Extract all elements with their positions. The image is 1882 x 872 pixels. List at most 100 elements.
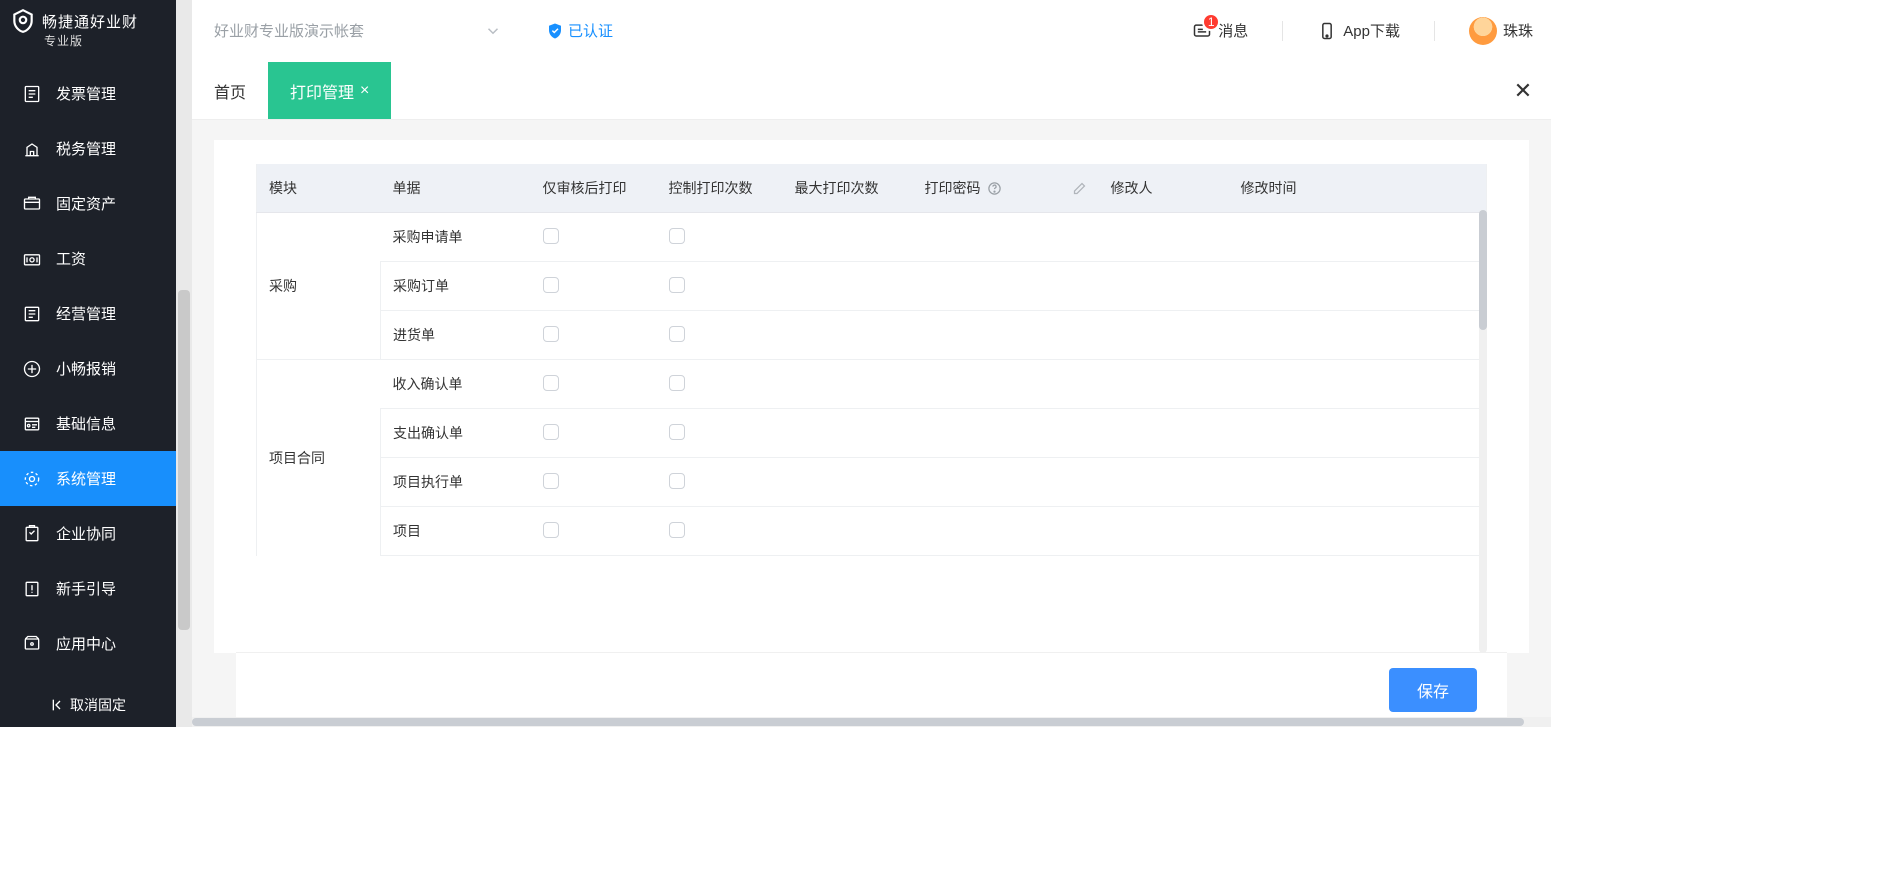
cell-control-count bbox=[657, 360, 783, 409]
sidebar-item-label: 基础信息 bbox=[56, 413, 116, 434]
close-icon[interactable]: × bbox=[360, 82, 369, 100]
cell-bill: 采购申请单 bbox=[381, 213, 531, 262]
cell-max-count[interactable] bbox=[783, 262, 913, 311]
table-row: 支出确认单 bbox=[257, 409, 1487, 458]
cell-bill: 项目 bbox=[381, 507, 531, 556]
footer-bar: 保存 bbox=[236, 653, 1507, 727]
brand-title: 畅捷通好业财 bbox=[42, 11, 138, 32]
cell-max-count[interactable] bbox=[783, 458, 913, 507]
edit-icon[interactable] bbox=[1072, 181, 1087, 196]
cell-after-audit bbox=[531, 360, 657, 409]
th-password-label: 打印密码 bbox=[925, 178, 981, 198]
system-icon bbox=[22, 469, 42, 489]
cell-modifier bbox=[1099, 360, 1229, 409]
cell-modifier bbox=[1099, 311, 1229, 360]
sidebar-scrollbar[interactable] bbox=[176, 0, 192, 727]
checkbox[interactable] bbox=[669, 277, 685, 293]
th-max-count: 最大打印次数 bbox=[783, 164, 913, 213]
cell-after-audit bbox=[531, 262, 657, 311]
sidebar-item-label: 系统管理 bbox=[56, 468, 116, 489]
cell-modify-time bbox=[1229, 409, 1487, 458]
sidebar-item-tax[interactable]: 税务管理 bbox=[0, 121, 176, 176]
sidebar-item-label: 固定资产 bbox=[56, 193, 116, 214]
checkbox[interactable] bbox=[543, 277, 559, 293]
save-button[interactable]: 保存 bbox=[1389, 668, 1477, 712]
cell-password[interactable] bbox=[913, 458, 1099, 507]
checkbox[interactable] bbox=[543, 424, 559, 440]
cell-password[interactable] bbox=[913, 507, 1099, 556]
sidebar-item-asset[interactable]: 固定资产 bbox=[0, 176, 176, 231]
cell-control-count bbox=[657, 311, 783, 360]
sidebar-item-label: 发票管理 bbox=[56, 83, 116, 104]
sidebar-unpin[interactable]: 取消固定 bbox=[0, 683, 176, 727]
cell-bill: 项目执行单 bbox=[381, 458, 531, 507]
checkbox[interactable] bbox=[669, 522, 685, 538]
cell-password[interactable] bbox=[913, 360, 1099, 409]
table-scrollbar-thumb[interactable] bbox=[1479, 210, 1487, 330]
cell-module: 项目合同 bbox=[257, 360, 381, 556]
help-icon[interactable] bbox=[987, 181, 1002, 196]
sidebar-item-manage[interactable]: 经营管理 bbox=[0, 286, 176, 341]
table-row: 项目 bbox=[257, 507, 1487, 556]
checkbox[interactable] bbox=[669, 375, 685, 391]
sidebar-item-base[interactable]: 基础信息 bbox=[0, 396, 176, 451]
checkbox[interactable] bbox=[543, 522, 559, 538]
sidebar-item-coop[interactable]: 企业协同 bbox=[0, 506, 176, 561]
tabs-close-all[interactable]: ✕ bbox=[1501, 78, 1545, 104]
sidebar-unpin-label: 取消固定 bbox=[70, 695, 126, 715]
tab-home[interactable]: 首页 bbox=[192, 62, 268, 119]
tab-label: 打印管理 bbox=[290, 79, 354, 103]
cell-modifier bbox=[1099, 409, 1229, 458]
sidebar-scrollbar-thumb[interactable] bbox=[178, 290, 190, 630]
checkbox[interactable] bbox=[669, 326, 685, 342]
cell-modifier bbox=[1099, 507, 1229, 556]
sidebar-item-salary[interactable]: 工资 bbox=[0, 231, 176, 286]
cell-after-audit bbox=[531, 213, 657, 262]
cell-max-count[interactable] bbox=[783, 507, 913, 556]
table-scrollbar[interactable] bbox=[1479, 210, 1487, 653]
checkbox[interactable] bbox=[543, 326, 559, 342]
checkbox[interactable] bbox=[543, 473, 559, 489]
cell-control-count bbox=[657, 409, 783, 458]
th-modifier: 修改人 bbox=[1099, 164, 1229, 213]
cell-password[interactable] bbox=[913, 213, 1099, 262]
messages-button[interactable]: 1 消息 bbox=[1192, 20, 1248, 41]
cell-max-count[interactable] bbox=[783, 360, 913, 409]
sidebar-item-apps[interactable]: 应用中心 bbox=[0, 616, 176, 671]
checkbox[interactable] bbox=[543, 228, 559, 244]
base-icon bbox=[22, 414, 42, 434]
horizontal-scrollbar[interactable] bbox=[192, 717, 1551, 727]
cell-password[interactable] bbox=[913, 311, 1099, 360]
checkbox[interactable] bbox=[543, 375, 559, 391]
brand-logo-icon bbox=[10, 8, 36, 34]
tab-print-management[interactable]: 打印管理 × bbox=[268, 62, 391, 119]
tax-icon bbox=[22, 139, 42, 159]
sidebar-item-expense[interactable]: 小畅报销 bbox=[0, 341, 176, 396]
checkbox[interactable] bbox=[669, 424, 685, 440]
asset-icon bbox=[22, 194, 42, 214]
sidebar-item-invoice[interactable]: 发票管理 bbox=[0, 66, 176, 121]
sidebar-item-system[interactable]: 系统管理 bbox=[0, 451, 176, 506]
cell-modifier bbox=[1099, 262, 1229, 311]
horizontal-scrollbar-thumb[interactable] bbox=[192, 718, 1524, 726]
cell-max-count[interactable] bbox=[783, 311, 913, 360]
cell-password[interactable] bbox=[913, 262, 1099, 311]
avatar bbox=[1469, 17, 1497, 45]
salary-icon bbox=[22, 249, 42, 269]
cell-password[interactable] bbox=[913, 409, 1099, 458]
app-download-button[interactable]: App下载 bbox=[1317, 20, 1400, 41]
cell-after-audit bbox=[531, 507, 657, 556]
user-menu[interactable]: 珠珠 bbox=[1469, 17, 1533, 45]
cell-max-count[interactable] bbox=[783, 409, 913, 458]
brand: 畅捷通好业财 专业版 bbox=[0, 0, 176, 62]
cell-max-count[interactable] bbox=[783, 213, 913, 262]
sidebar-item-guide[interactable]: 新手引导 bbox=[0, 561, 176, 616]
table-row: 采购 采购申请单 bbox=[257, 213, 1487, 262]
th-module: 模块 bbox=[257, 164, 381, 213]
account-selector[interactable]: 好业财专业版演示帐套 bbox=[214, 20, 502, 41]
checkbox[interactable] bbox=[669, 228, 685, 244]
checkbox[interactable] bbox=[669, 473, 685, 489]
invoice-icon bbox=[22, 84, 42, 104]
expense-icon bbox=[22, 359, 42, 379]
cell-control-count bbox=[657, 213, 783, 262]
